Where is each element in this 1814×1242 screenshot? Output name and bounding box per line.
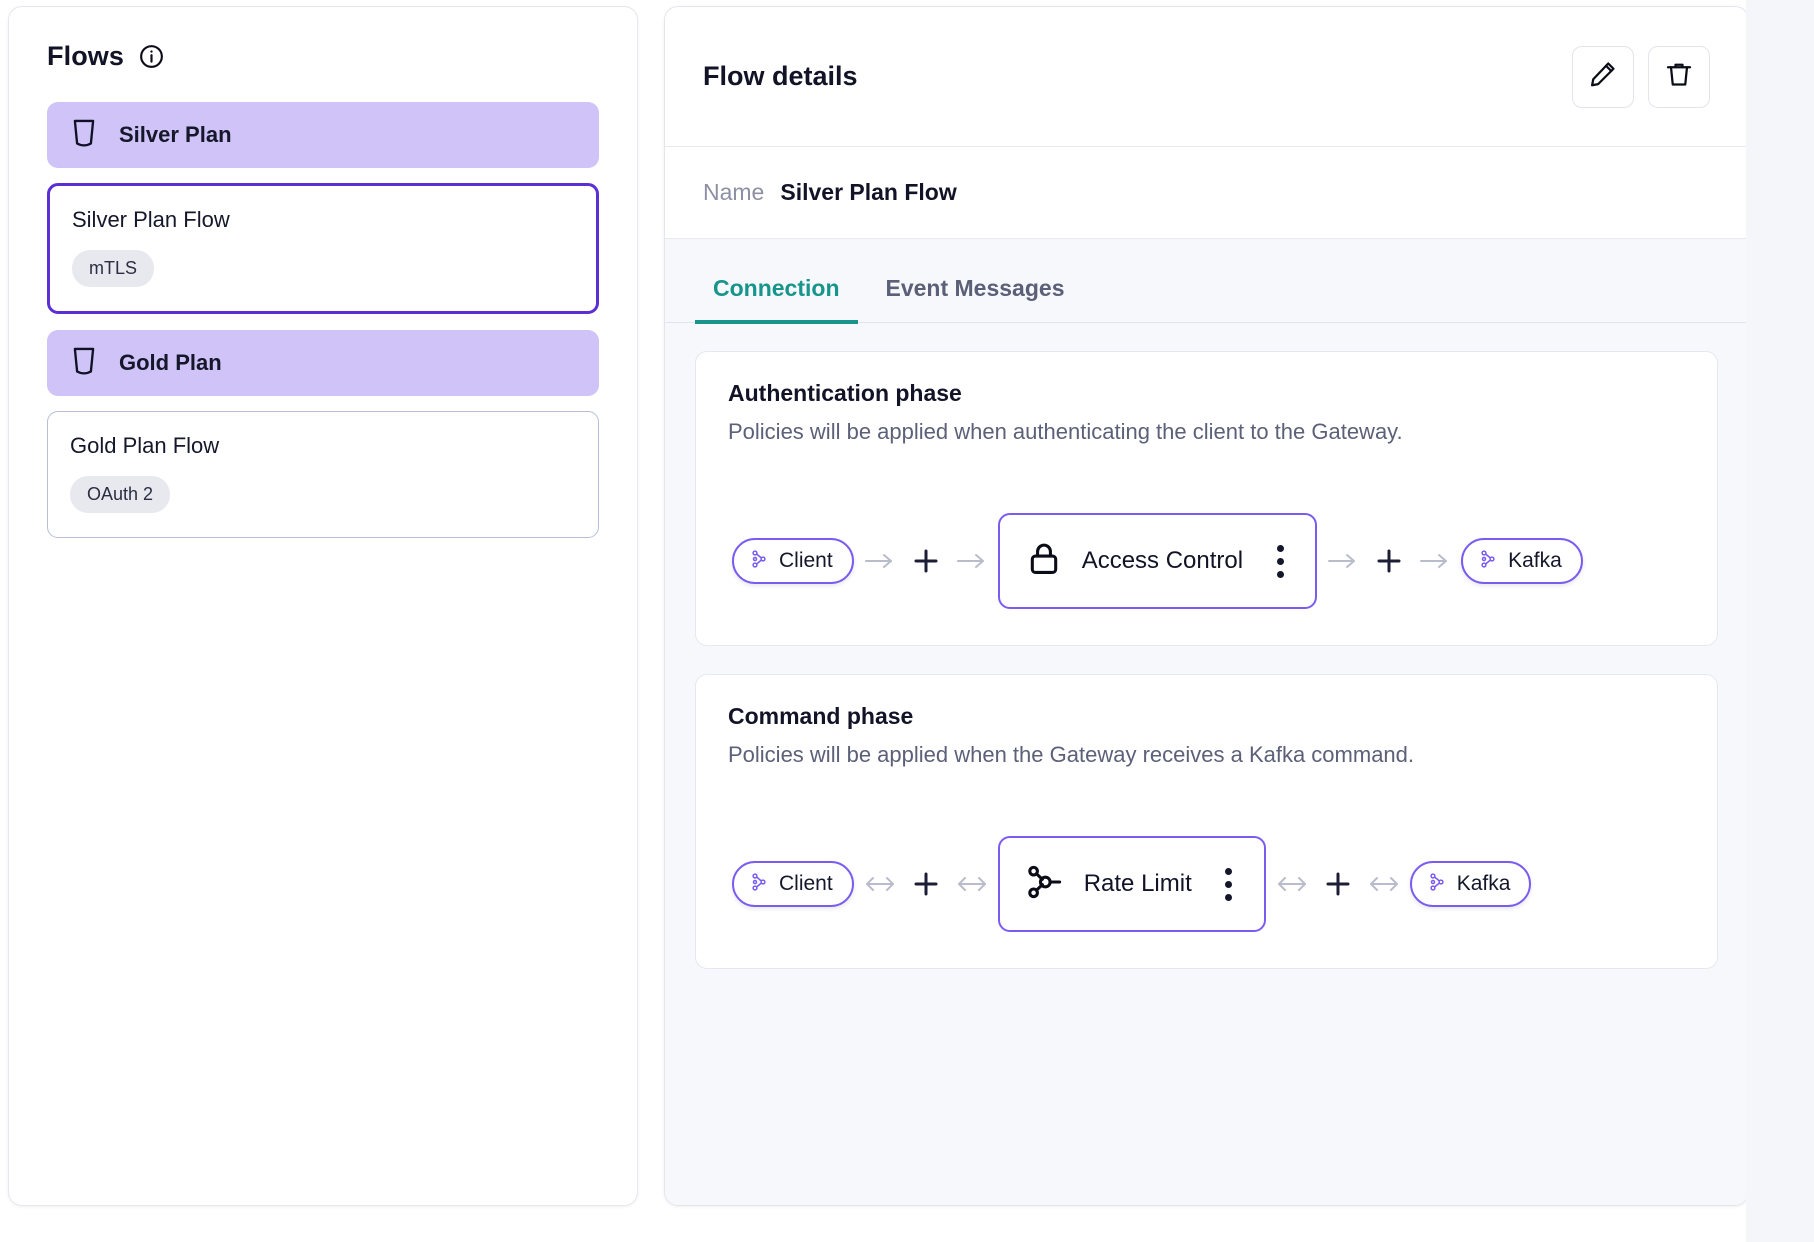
flow-details-body: Connection Event Messages Authentication… — [665, 239, 1748, 1205]
phase-description: Policies will be applied when authentica… — [728, 419, 1403, 444]
flow-name-label: Name — [703, 179, 765, 205]
flow-details-panel: Flow details Name Silver Plan Flow Conne… — [664, 6, 1749, 1206]
flow-card-gold-plan-flow[interactable]: Gold Plan Flow OAuth 2 — [47, 411, 599, 538]
add-policy-button[interactable] — [1318, 864, 1358, 904]
arrow-right-icon — [1409, 551, 1461, 571]
shield-icon — [69, 345, 99, 382]
chip-client[interactable]: Client — [732, 861, 854, 907]
plan-label: Gold Plan — [119, 350, 222, 375]
add-policy-button[interactable] — [906, 864, 946, 904]
page-right-gutter — [1746, 0, 1814, 1242]
chip-kafka[interactable]: Kafka — [1409, 861, 1532, 907]
flow-tag: mTLS — [72, 250, 155, 287]
lock-icon — [1026, 540, 1062, 583]
shield-icon — [69, 117, 99, 154]
chip-kafka[interactable]: Kafka — [1461, 538, 1583, 584]
chip-label: Kafka — [1508, 549, 1562, 572]
pencil-icon — [1588, 59, 1618, 94]
network-nodes-icon — [1427, 872, 1447, 897]
network-nodes-icon — [749, 872, 769, 897]
phase-flow-diagram: Client — [728, 513, 1685, 609]
policy-node-access-control[interactable]: Access Control — [997, 513, 1318, 609]
flow-name-value: Silver Plan Flow — [780, 179, 957, 205]
arrow-bidirectional-icon — [946, 874, 998, 894]
plan-label: Silver Plan — [119, 122, 232, 147]
phase-flow-diagram: Client — [728, 836, 1685, 932]
chip-client[interactable]: Client — [732, 538, 854, 584]
kebab-menu-icon[interactable] — [1263, 538, 1297, 584]
network-node-icon — [1026, 863, 1064, 906]
network-nodes-icon — [749, 549, 769, 574]
edit-flow-button[interactable] — [1572, 45, 1634, 108]
arrow-right-icon — [854, 551, 906, 571]
kebab-menu-icon[interactable] — [1212, 861, 1246, 907]
arrow-bidirectional-icon — [854, 874, 906, 894]
policy-node-rate-limit[interactable]: Rate Limit — [997, 836, 1266, 932]
tab-bar: Connection Event Messages — [665, 239, 1748, 324]
phase-card-authentication: Authentication phase Policies will be ap… — [695, 351, 1718, 646]
flows-page: Flows Silver Plan Silver Plan Flow mTLS — [0, 0, 1814, 1242]
flow-details-title: Flow details — [703, 61, 858, 91]
info-circle-icon[interactable] — [138, 43, 165, 70]
flow-card-title: Gold Plan Flow — [70, 433, 220, 458]
chip-label: Client — [779, 549, 833, 572]
arrow-bidirectional-icon — [1266, 874, 1318, 894]
tab-connection[interactable]: Connection — [695, 263, 858, 324]
delete-flow-button[interactable] — [1648, 45, 1710, 108]
arrow-bidirectional-icon — [1358, 874, 1410, 894]
flow-details-header: Flow details — [665, 7, 1748, 147]
arrow-right-icon — [1317, 551, 1369, 571]
policy-label: Access Control — [1081, 547, 1244, 574]
page-title: Flows — [47, 41, 125, 71]
chip-label: Kafka — [1456, 872, 1511, 895]
phase-description: Policies will be applied when the Gatewa… — [728, 742, 1415, 767]
chip-label: Client — [779, 872, 833, 895]
plan-row-gold[interactable]: Gold Plan — [47, 330, 599, 396]
phase-card-command: Command phase Policies will be applied w… — [695, 674, 1718, 969]
tab-event-messages[interactable]: Event Messages — [868, 263, 1083, 324]
network-nodes-icon — [1478, 549, 1498, 574]
plan-row-silver[interactable]: Silver Plan — [47, 102, 599, 168]
add-policy-button[interactable] — [906, 541, 946, 581]
flow-card-silver-plan-flow[interactable]: Silver Plan Flow mTLS — [47, 183, 599, 314]
add-policy-button[interactable] — [1369, 541, 1409, 581]
policy-label: Rate Limit — [1083, 870, 1192, 897]
flows-header: Flows — [47, 41, 599, 72]
flow-card-title: Silver Plan Flow — [72, 207, 230, 232]
flows-panel: Flows Silver Plan Silver Plan Flow mTLS — [8, 6, 638, 1206]
header-actions — [1572, 45, 1710, 108]
arrow-right-icon — [946, 551, 998, 571]
flow-tag: OAuth 2 — [70, 476, 171, 513]
phase-title: Authentication phase — [728, 380, 962, 406]
trash-icon — [1664, 59, 1694, 94]
phase-title: Command phase — [728, 703, 914, 729]
flow-name-row: Name Silver Plan Flow — [665, 147, 1748, 239]
